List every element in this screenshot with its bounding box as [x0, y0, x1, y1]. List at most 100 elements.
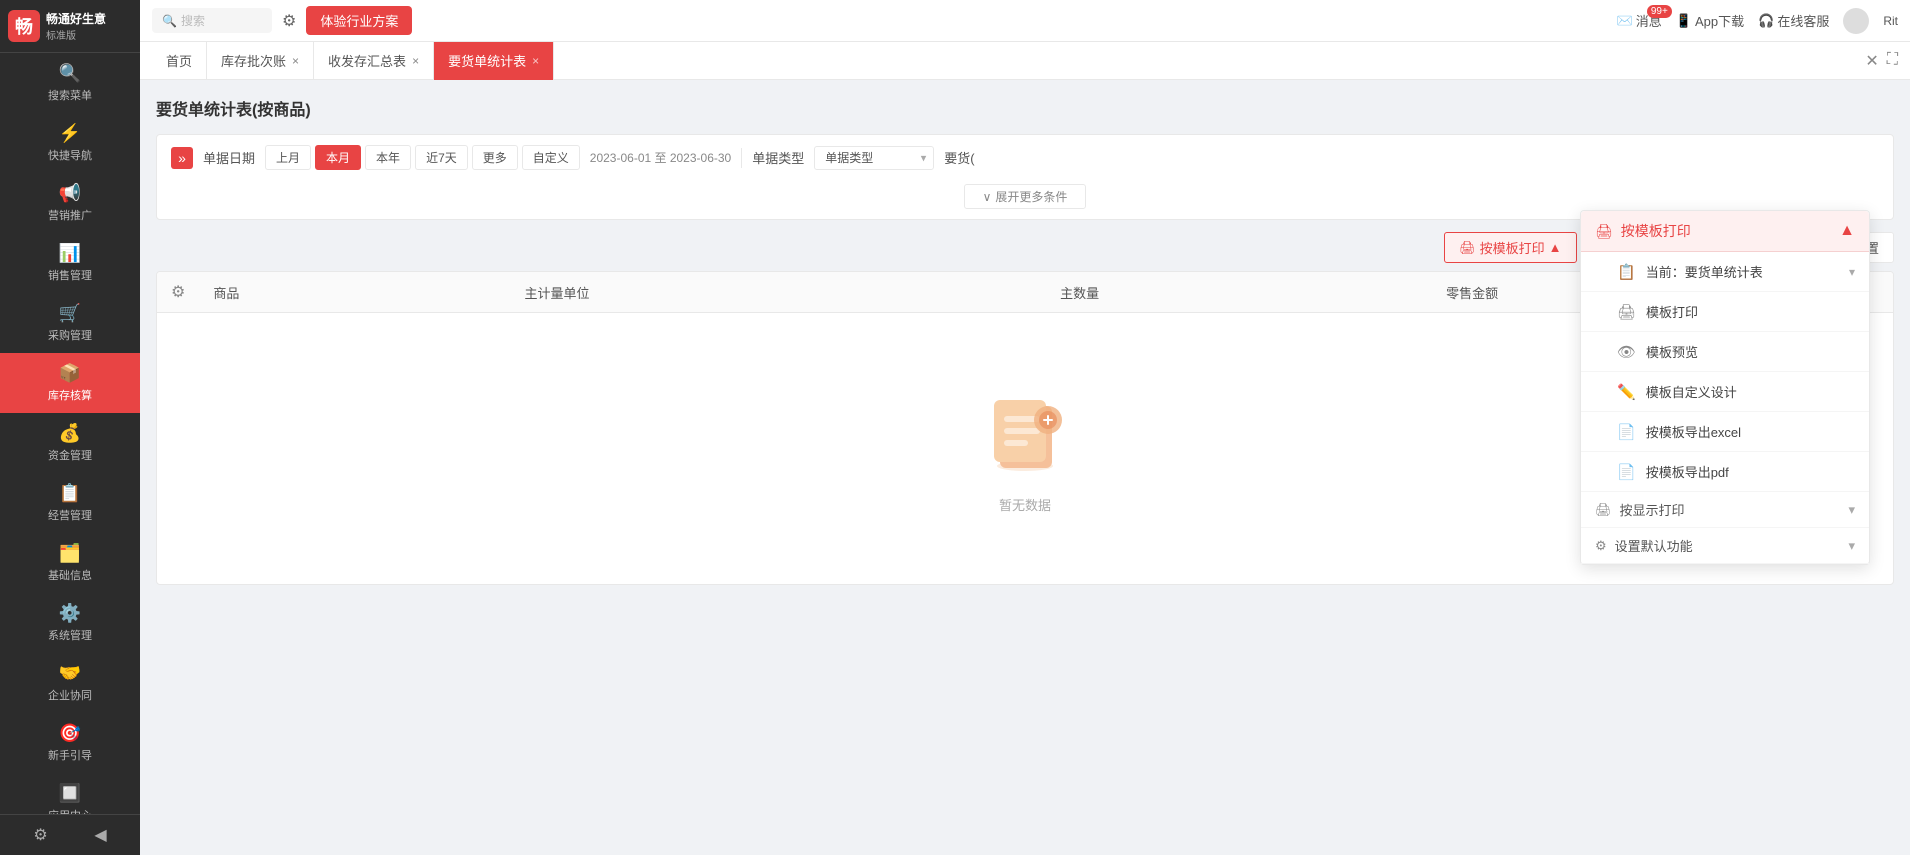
sidebar-item-sales[interactable]: 📊销售管理	[0, 233, 140, 293]
sidebar-item-inventory[interactable]: 📦 库存核算	[0, 353, 140, 413]
col-settings[interactable]: ⚙	[157, 272, 199, 313]
sidebar-item-operation[interactable]: 📋经营管理	[0, 473, 140, 533]
filter-divider	[741, 148, 742, 168]
dropdown-template-preview[interactable]: 👁 模板预览	[1581, 332, 1869, 372]
expand-more-btn[interactable]: ∨ 展开更多条件	[964, 184, 1087, 209]
sidebar-logo: 畅 畅通好生意 标准版	[0, 0, 140, 53]
sidebar-icon-search: 🔍	[59, 63, 81, 84]
current-template-arrow: ▾	[1849, 265, 1855, 279]
sidebar-item-finance[interactable]: 💰资金管理	[0, 413, 140, 473]
col-unit: 主计量单位	[510, 272, 1046, 313]
collapse-icon[interactable]: ◀	[94, 825, 106, 845]
tab-close-inventory-batch[interactable]: ×	[292, 54, 299, 68]
main-area: 🔍 搜索 ⚙ 体验行业方案 ✉️ 消息 99+ 📱 App下载 🎧 在线客服 R…	[140, 0, 1910, 855]
topbar-right: ✉️ 消息 99+ 📱 App下载 🎧 在线客服 Rit	[1617, 8, 1898, 34]
sidebar-item-purchase[interactable]: 🛒采购管理	[0, 293, 140, 353]
date-range: 2023-06-01 至 2023-06-30	[590, 149, 731, 166]
avatar[interactable]	[1843, 8, 1869, 34]
print-template-btn[interactable]: 🖨 按模板打印 ▲	[1444, 232, 1576, 263]
sidebar-item-guide[interactable]: 🎯 新手引导	[0, 713, 140, 773]
dropdown-display-print[interactable]: 🖨 按显示打印 ▾	[1581, 492, 1869, 528]
sidebar-label-guide: 新手引导	[48, 747, 92, 763]
sidebar-item-shortcut[interactable]: ⚡ 快捷导航	[0, 113, 140, 173]
display-print-icon: 🖨	[1595, 502, 1612, 518]
date-btn-5[interactable]: 自定义	[522, 145, 580, 170]
sidebar-label-system: 系统管理	[48, 627, 92, 643]
sidebar-item-appstore[interactable]: 🔲 应用中心	[0, 773, 140, 814]
tab-label-home: 首页	[166, 51, 192, 70]
tab-order-stats[interactable]: 要货单统计表 ×	[434, 42, 554, 80]
dropdown-template-design[interactable]: ✏️ 模板自定义设计	[1581, 372, 1869, 412]
filter-expand-btn[interactable]: »	[171, 147, 193, 169]
sidebar-item-collab[interactable]: 🤝企业协同	[0, 653, 140, 713]
topbar-gear-icon[interactable]: ⚙	[282, 11, 296, 31]
template-print-icon: 🖨	[1617, 303, 1636, 321]
printer-icon-header: 🖨	[1595, 223, 1613, 240]
dropdown-export-excel[interactable]: 📄 按模板导出excel	[1581, 412, 1869, 452]
content-area: 要货单统计表(按商品) » 单据日期 上月本月本年近7天更多自定义 2023-0…	[140, 80, 1910, 855]
date-btn-3[interactable]: 近7天	[415, 145, 468, 170]
sidebar-item-search[interactable]: 🔍搜索菜单	[0, 53, 140, 113]
tabs-bar: 首页库存批次账×收发存汇总表× 要货单统计表 × ✕ ⛶	[140, 42, 1910, 80]
print-dropdown: 🖨 按模板打印 ▲ 📋 当前：要货单统计表 ▾ 🖨 模板打印 👁 模板预览	[1580, 210, 1870, 565]
topbar-search[interactable]: 🔍 搜索	[152, 8, 272, 33]
sidebar-icon-basic: 🗂️	[59, 543, 81, 564]
tab-receipt-summary[interactable]: 收发存汇总表×	[314, 42, 434, 80]
customer-service-btn[interactable]: 🎧 在线客服	[1758, 11, 1829, 30]
tab-label-order-stats: 要货单统计表	[448, 51, 526, 70]
sidebar-icon-marketing: 📢	[59, 183, 81, 204]
dropdown-current-template[interactable]: 📋 当前：要货单统计表 ▾	[1581, 252, 1869, 292]
dropdown-export-pdf[interactable]: 📄 按模板导出pdf	[1581, 452, 1869, 492]
app-download-btn[interactable]: 📱 App下载	[1676, 11, 1744, 30]
sidebar-label-sales: 销售管理	[48, 267, 92, 283]
sidebar-item-basic[interactable]: 🗂️ 基础信息	[0, 533, 140, 593]
dropdown-default-func[interactable]: ⚙ 设置默认功能 ▾	[1581, 528, 1869, 564]
sidebar-label-basic: 基础信息	[48, 567, 92, 583]
sidebar-label-inventory: 库存核算	[48, 387, 92, 403]
sidebar-icon-collab: 🤝	[59, 663, 81, 684]
tab-home[interactable]: 首页	[152, 42, 207, 80]
date-btn-4[interactable]: 更多	[472, 145, 518, 170]
empty-svg-icon	[980, 388, 1070, 478]
dropdown-close-btn[interactable]: ▲	[1839, 222, 1855, 240]
date-btn-0[interactable]: 上月	[265, 145, 311, 170]
tabs-window-btns: ✕ ⛶	[1865, 51, 1898, 71]
sidebar-label-appstore: 应用中心	[48, 807, 92, 814]
print-arrow-up-icon: ▲	[1549, 240, 1562, 255]
phone-icon: 📱	[1676, 13, 1692, 29]
order-type-select[interactable]: 单据类型	[814, 146, 934, 170]
sidebar-item-marketing[interactable]: 📢营销推广	[0, 173, 140, 233]
sidebar-label-shortcut: 快捷导航	[48, 147, 92, 163]
tab-inventory-batch[interactable]: 库存批次账×	[207, 42, 314, 80]
industry-btn[interactable]: 体验行业方案	[306, 6, 412, 35]
template-preview-icon: 👁	[1617, 343, 1636, 361]
sidebar-icon-purchase: 🛒	[59, 303, 81, 324]
empty-text: 暂无数据	[999, 495, 1051, 514]
close-window-btn[interactable]: ✕	[1865, 51, 1878, 71]
sidebar-icon-appstore: 🔲	[59, 783, 81, 804]
date-btn-1[interactable]: 本月	[315, 145, 361, 170]
col-goods: 商品	[199, 272, 510, 313]
sidebar-item-system[interactable]: ⚙️系统管理	[0, 593, 140, 653]
sidebar-label-operation: 经营管理	[48, 507, 92, 523]
default-func-icon: ⚙	[1595, 538, 1607, 554]
sidebar-label-finance: 资金管理	[48, 447, 92, 463]
sidebar-icon-guide: 🎯	[59, 723, 81, 744]
sidebar-icon-shortcut: ⚡	[59, 123, 81, 144]
expand-window-btn[interactable]: ⛶	[1887, 51, 1898, 71]
message-btn[interactable]: ✉️ 消息 99+	[1617, 11, 1662, 30]
printer-icon: 🖨	[1459, 240, 1476, 256]
dropdown-template-print[interactable]: 🖨 模板打印	[1581, 292, 1869, 332]
page-title: 要货单统计表(按商品)	[156, 96, 1894, 120]
settings-icon[interactable]: ⚙	[33, 825, 47, 845]
date-btn-2[interactable]: 本年	[365, 145, 411, 170]
current-template-icon: 📋	[1617, 263, 1636, 281]
col-qty: 主数量	[1046, 272, 1432, 313]
tab-close-order-stats[interactable]: ×	[532, 54, 539, 68]
order-type-select-wrap: 单据类型	[814, 146, 934, 170]
message-icon: ✉️	[1617, 13, 1633, 29]
tab-close-receipt-summary[interactable]: ×	[412, 54, 419, 68]
sidebar-logo-text: 畅通好生意 标准版	[46, 10, 106, 42]
filter-bar: » 单据日期 上月本月本年近7天更多自定义 2023-06-01 至 2023-…	[156, 134, 1894, 220]
sidebar-icon-inventory: 📦	[59, 363, 81, 384]
